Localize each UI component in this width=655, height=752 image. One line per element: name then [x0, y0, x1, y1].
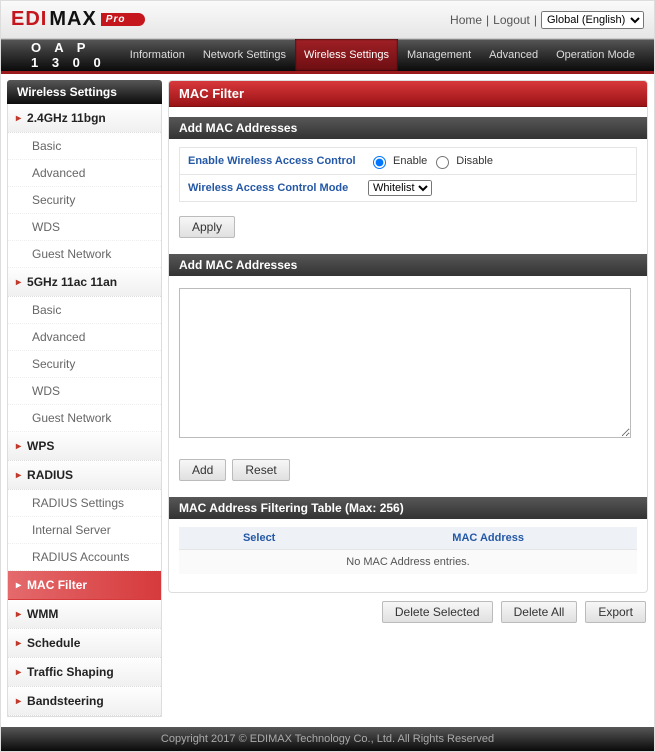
- sidebar-item-label: WPS: [27, 439, 54, 453]
- enable-radio-enable[interactable]: [373, 156, 386, 169]
- chevron-right-icon: ▸: [16, 580, 21, 591]
- sidebar-item-label: 5GHz 11ac 11an: [27, 275, 117, 289]
- top-bar: EDI MAX Pro Home | Logout | Global (Engl…: [1, 1, 654, 39]
- mac-address-textarea[interactable]: [179, 288, 631, 438]
- chevron-right-icon: ▸: [16, 609, 21, 620]
- apply-button[interactable]: Apply: [179, 216, 235, 238]
- brand-part-b: MAX: [49, 8, 96, 31]
- sidebar-item-bandsteering[interactable]: ▸ Bandsteering: [8, 687, 161, 716]
- delete-selected-button[interactable]: Delete Selected: [382, 601, 493, 623]
- panel: MAC Filter Add MAC Addresses Enable Wire…: [168, 80, 648, 593]
- content: Wireless Settings ▸2.4GHz 11bgnBasicAdva…: [1, 74, 654, 723]
- sidebar-item-label: Schedule: [27, 636, 80, 650]
- chevron-right-icon: ▸: [16, 667, 21, 678]
- sidebar-sub-advanced[interactable]: Advanced: [8, 324, 161, 351]
- settings-form: Enable Wireless Access Control Enable Di…: [169, 139, 647, 210]
- empty-row: No MAC Address entries.: [179, 550, 637, 575]
- main-nav: O A P 1 3 0 0 InformationNetwork Setting…: [1, 39, 654, 71]
- nav-tab-information[interactable]: Information: [121, 39, 194, 71]
- sidebar-sub-radius-settings[interactable]: RADIUS Settings: [8, 490, 161, 517]
- sidebar-item-label: Bandsteering: [27, 694, 104, 708]
- nav-tab-wireless-settings[interactable]: Wireless Settings: [295, 39, 398, 71]
- mode-row: Wireless Access Control Mode Whitelist: [179, 175, 637, 202]
- sidebar-item-label: RADIUS: [27, 468, 73, 482]
- sidebar-item-wmm[interactable]: ▸ WMM: [8, 600, 161, 629]
- sidebar-item-5ghz-11ac-11an[interactable]: ▸ 5GHz 11ac 11an: [8, 268, 161, 297]
- sidebar-item-mac-filter[interactable]: ▸ MAC Filter: [8, 571, 161, 600]
- sidebar-item-radius[interactable]: ▸ RADIUS: [8, 461, 161, 490]
- sidebar-list: ▸2.4GHz 11bgnBasicAdvancedSecurityWDSGue…: [7, 104, 162, 717]
- sidebar-item-label: 2.4GHz 11bgn: [27, 111, 106, 125]
- sidebar-sub-guest-network[interactable]: Guest Network: [8, 241, 161, 268]
- enable-radio-disable[interactable]: [436, 156, 449, 169]
- sidebar-item-label: Traffic Shaping: [27, 665, 114, 679]
- sidebar-sub-security[interactable]: Security: [8, 187, 161, 214]
- section-add-mac-2-title: Add MAC Addresses: [169, 254, 647, 276]
- page-title: MAC Filter: [169, 81, 647, 107]
- sidebar-sub-basic[interactable]: Basic: [8, 133, 161, 160]
- app-frame: EDI MAX Pro Home | Logout | Global (Engl…: [0, 0, 655, 752]
- logout-link[interactable]: Logout: [493, 13, 530, 27]
- brand-logo: EDI MAX Pro: [11, 8, 145, 31]
- reset-button[interactable]: Reset: [232, 459, 289, 481]
- delete-all-button[interactable]: Delete All: [501, 601, 578, 623]
- chevron-right-icon: ▸: [16, 470, 21, 481]
- sidebar: Wireless Settings ▸2.4GHz 11bgnBasicAdva…: [7, 80, 162, 717]
- add-button[interactable]: Add: [179, 459, 226, 481]
- nav-tab-network-settings[interactable]: Network Settings: [194, 39, 295, 71]
- sidebar-item-label: MAC Filter: [27, 578, 87, 592]
- col-select: Select: [179, 527, 339, 550]
- chevron-right-icon: ▸: [16, 277, 21, 288]
- nav-tab-management[interactable]: Management: [398, 39, 480, 71]
- sidebar-item-schedule[interactable]: ▸ Schedule: [8, 629, 161, 658]
- brand-pro: Pro: [101, 13, 146, 26]
- mode-label: Wireless Access Control Mode: [188, 182, 368, 194]
- section-table-title: MAC Address Filtering Table (Max: 256): [169, 497, 647, 519]
- sidebar-item-2-4ghz-11bgn[interactable]: ▸ 2.4GHz 11bgn: [8, 104, 161, 133]
- sidebar-sub-advanced[interactable]: Advanced: [8, 160, 161, 187]
- top-right-links: Home | Logout | Global (English): [450, 11, 644, 29]
- main: MAC Filter Add MAC Addresses Enable Wire…: [168, 80, 648, 717]
- sidebar-item-traffic-shaping[interactable]: ▸ Traffic Shaping: [8, 658, 161, 687]
- table-action-buttons: Delete Selected Delete All Export: [168, 593, 648, 631]
- nav-tab-advanced[interactable]: Advanced: [480, 39, 547, 71]
- table-row: No MAC Address entries.: [179, 550, 637, 575]
- chevron-right-icon: ▸: [16, 441, 21, 452]
- home-link[interactable]: Home: [450, 13, 482, 27]
- footer: Copyright 2017 © EDIMAX Technology Co., …: [1, 727, 654, 751]
- mac-filter-table: Select MAC Address No MAC Address entrie…: [179, 527, 637, 574]
- sidebar-sub-internal-server[interactable]: Internal Server: [8, 517, 161, 544]
- sidebar-sub-guest-network[interactable]: Guest Network: [8, 405, 161, 432]
- sidebar-title: Wireless Settings: [7, 80, 162, 104]
- export-button[interactable]: Export: [585, 601, 646, 623]
- sidebar-sub-radius-accounts[interactable]: RADIUS Accounts: [8, 544, 161, 571]
- nav-tab-operation-mode[interactable]: Operation Mode: [547, 39, 644, 71]
- chevron-right-icon: ▸: [16, 113, 21, 124]
- enable-radio-disable-label: Disable: [456, 155, 493, 167]
- sidebar-sub-wds[interactable]: WDS: [8, 214, 161, 241]
- section-add-mac-1-title: Add MAC Addresses: [169, 117, 647, 139]
- sidebar-item-wps[interactable]: ▸ WPS: [8, 432, 161, 461]
- brand-part-a: EDI: [11, 8, 47, 31]
- col-mac: MAC Address: [339, 527, 637, 550]
- chevron-right-icon: ▸: [16, 696, 21, 707]
- model-label: O A P 1 3 0 0: [11, 40, 121, 70]
- sidebar-sub-security[interactable]: Security: [8, 351, 161, 378]
- sidebar-item-label: WMM: [27, 607, 58, 621]
- enable-label: Enable Wireless Access Control: [188, 155, 368, 167]
- enable-radio-enable-label: Enable: [393, 155, 427, 167]
- sidebar-sub-wds[interactable]: WDS: [8, 378, 161, 405]
- enable-row: Enable Wireless Access Control Enable Di…: [179, 147, 637, 175]
- sidebar-sub-basic[interactable]: Basic: [8, 297, 161, 324]
- nav-tabs: InformationNetwork SettingsWireless Sett…: [121, 39, 644, 71]
- language-select[interactable]: Global (English): [541, 11, 644, 29]
- chevron-right-icon: ▸: [16, 638, 21, 649]
- mode-select[interactable]: Whitelist: [368, 180, 432, 196]
